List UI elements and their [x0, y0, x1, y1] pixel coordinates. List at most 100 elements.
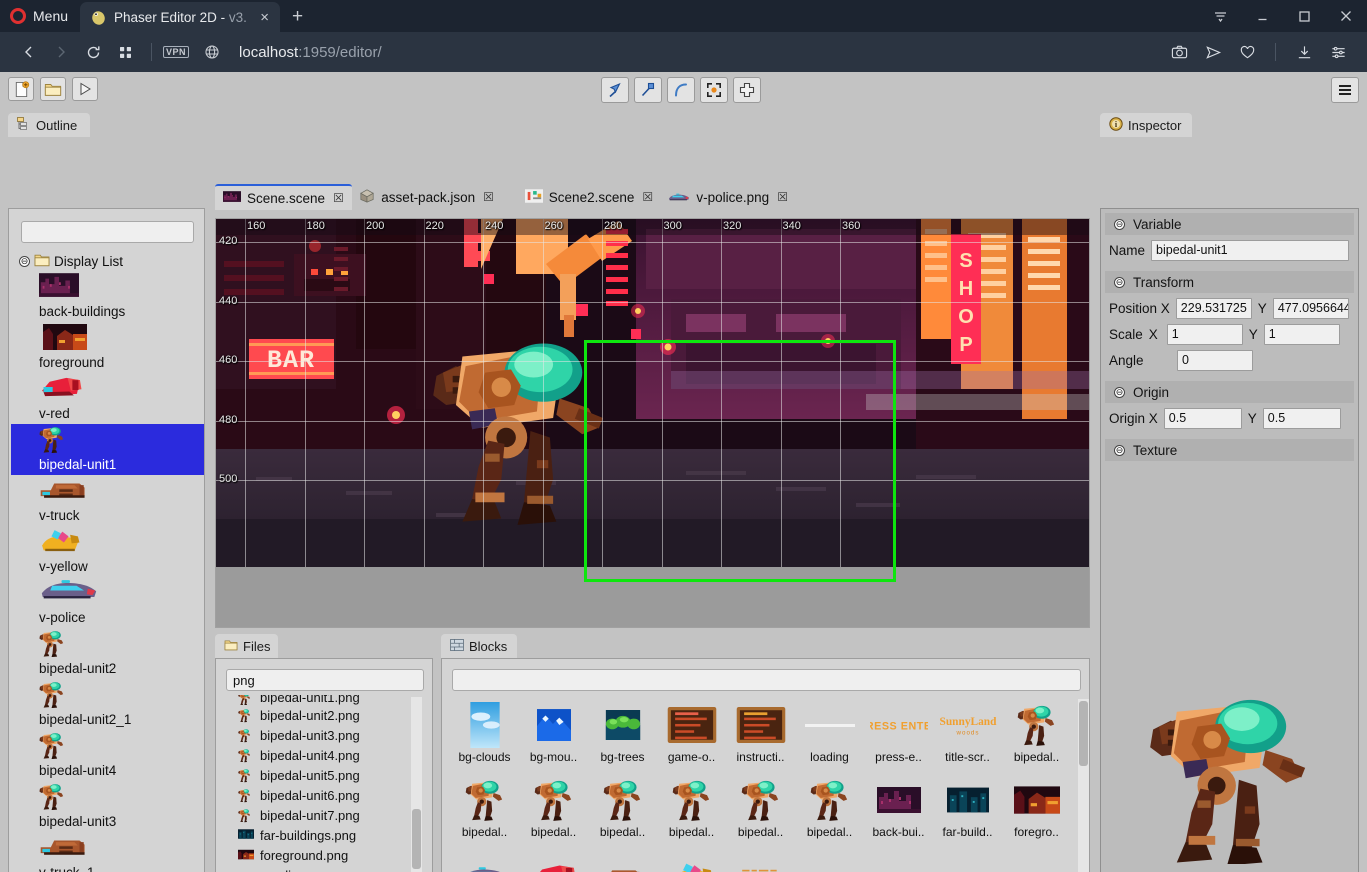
new-tab-button[interactable]: + [280, 6, 315, 28]
scale-tool-button[interactable] [634, 77, 662, 103]
files-scrollbar[interactable] [411, 697, 422, 872]
block-item[interactable]: bg-mou.. [519, 699, 588, 774]
block-item[interactable]: bipedal.. [588, 774, 657, 849]
file-list-item[interactable]: v-police.png [226, 865, 416, 872]
collapse-icon[interactable] [1199, 0, 1241, 32]
block-item[interactable]: credits-.. [726, 849, 795, 872]
block-item[interactable]: bg-trees [588, 699, 657, 774]
block-item[interactable]: loading [795, 699, 864, 774]
files-filter-input[interactable]: png [226, 669, 424, 691]
block-item[interactable]: v-red [519, 849, 588, 872]
address-bar[interactable]: localhost:1959/editor/ [239, 44, 382, 61]
opera-menu-button[interactable]: Menu [0, 0, 80, 32]
position-x-input[interactable]: 229.531725 [1176, 298, 1252, 319]
outline-item-v-red[interactable]: v-red [11, 373, 204, 424]
block-item[interactable]: bipedal.. [519, 774, 588, 849]
origin-x-input[interactable]: 0.5 [1164, 408, 1242, 429]
back-button[interactable] [14, 37, 44, 67]
file-list-item[interactable]: far-buildings.png [226, 825, 416, 845]
origin-y-input[interactable]: 0.5 [1263, 408, 1341, 429]
outline-item-bipedal-unit2_1[interactable]: bipedal-unit2_1 [11, 679, 204, 730]
outline-item-bipedal-unit1[interactable]: bipedal-unit1 [11, 424, 204, 475]
blocks-filter-input[interactable] [452, 669, 1081, 691]
outline-item-bipedal-unit3[interactable]: bipedal-unit3 [11, 781, 204, 832]
scale-x-input[interactable]: 1 [1167, 324, 1243, 345]
forward-button[interactable] [46, 37, 76, 67]
close-icon[interactable]: ☒ [777, 190, 788, 204]
tiles-button[interactable] [110, 37, 140, 67]
close-icon[interactable]: × [257, 8, 272, 27]
file-list-item[interactable]: foreground.png [226, 845, 416, 865]
block-item[interactable]: bipedal.. [450, 774, 519, 849]
reload-button[interactable] [78, 37, 108, 67]
block-item[interactable]: back-bui.. [864, 774, 933, 849]
section-header-texture[interactable]: ⊖ Texture [1105, 439, 1354, 461]
origin-tool-button[interactable] [700, 77, 728, 103]
open-folder-button[interactable] [40, 77, 66, 101]
variable-name-input[interactable]: bipedal-unit1 [1151, 240, 1349, 261]
close-icon[interactable]: ☒ [642, 190, 653, 204]
play-button[interactable] [72, 77, 98, 101]
file-list-item[interactable]: bipedal-unit4.png [226, 745, 416, 765]
send-icon[interactable] [1198, 37, 1228, 67]
minimize-icon[interactable] [1241, 0, 1283, 32]
maximize-icon[interactable] [1283, 0, 1325, 32]
block-item[interactable]: bipedal.. [1002, 699, 1071, 774]
block-item[interactable]: PRESS ENTERpress-e.. [864, 699, 933, 774]
scene-canvas[interactable]: BAR [216, 219, 1089, 584]
file-list-item[interactable]: bipedal-unit7.png [226, 805, 416, 825]
block-item[interactable]: instructi.. [726, 699, 795, 774]
blocks-scrollbar-thumb[interactable] [1079, 701, 1088, 766]
block-item[interactable]: v-police [450, 849, 519, 872]
editor-tab-asset-pack.json[interactable]: asset-pack.json☒ [351, 184, 502, 210]
section-header-origin[interactable]: ⊖ Origin [1105, 381, 1354, 403]
heart-icon[interactable] [1232, 37, 1262, 67]
position-y-input[interactable]: 477.0956644 [1273, 298, 1349, 319]
block-item[interactable]: bipedal.. [657, 774, 726, 849]
block-item[interactable]: SunnyLandwoodstitle-scr.. [933, 699, 1002, 774]
block-item[interactable]: game-o.. [657, 699, 726, 774]
tab-files[interactable]: Files [215, 634, 278, 658]
block-item[interactable]: v-truck [588, 849, 657, 872]
editor-tab-Scene.scene[interactable]: Scene.scene☒ [215, 184, 352, 210]
settings-sliders-icon[interactable] [1323, 37, 1353, 67]
selection-box[interactable] [584, 340, 896, 582]
collapse-icon[interactable]: ⊖ [1114, 277, 1125, 288]
file-list-item[interactable]: bipedal-unit6.png [226, 785, 416, 805]
globe-icon[interactable] [197, 37, 227, 67]
block-item[interactable]: far-build.. [933, 774, 1002, 849]
close-icon[interactable]: ☒ [483, 190, 494, 204]
collapse-icon[interactable]: ⊖ [19, 256, 30, 267]
file-list-item[interactable]: bipedal-unit1.png [226, 695, 416, 705]
outline-item-v-truck[interactable]: v-truck [11, 475, 204, 526]
file-list-item[interactable]: bipedal-unit3.png [226, 725, 416, 745]
collapse-icon[interactable]: ⊖ [1114, 445, 1125, 456]
block-item[interactable]: bg-clouds [450, 699, 519, 774]
block-item[interactable]: foregro.. [1002, 774, 1071, 849]
rotate-tool-button[interactable] [667, 77, 695, 103]
section-header-variable[interactable]: ⊖ Variable [1105, 213, 1354, 235]
file-list-item[interactable]: bipedal-unit5.png [226, 765, 416, 785]
collapse-icon[interactable]: ⊖ [1114, 219, 1125, 230]
editor-tab-v-police.png[interactable]: v-police.png☒ [660, 184, 796, 210]
file-list-item[interactable]: bipedal-unit2.png [226, 705, 416, 725]
translate-tool-button[interactable] [733, 77, 761, 103]
close-icon[interactable]: ☒ [333, 191, 344, 205]
section-header-transform[interactable]: ⊖ Transform [1105, 271, 1354, 293]
outline-root[interactable]: ⊖ Display List [11, 251, 204, 271]
editor-tab-Scene2.scene[interactable]: Scene2.scene☒ [517, 184, 661, 210]
outline-item-bipedal-unit2[interactable]: bipedal-unit2 [11, 628, 204, 679]
new-file-button[interactable] [8, 77, 34, 101]
block-item[interactable]: v-yellow [657, 849, 726, 872]
blocks-scrollbar[interactable] [1078, 699, 1089, 872]
tab-outline[interactable]: Outline [8, 113, 90, 137]
outline-item-v-yellow[interactable]: v-yellow [11, 526, 204, 577]
outline-filter-input[interactable] [21, 221, 194, 243]
collapse-icon[interactable]: ⊖ [1114, 387, 1125, 398]
outline-item-foreground[interactable]: foreground [11, 322, 204, 373]
camera-icon[interactable] [1164, 37, 1194, 67]
menu-button[interactable] [1331, 77, 1359, 103]
vpn-badge[interactable]: VPN [163, 46, 189, 58]
block-item[interactable]: bipedal.. [726, 774, 795, 849]
outline-item-v-police[interactable]: v-police [11, 577, 204, 628]
